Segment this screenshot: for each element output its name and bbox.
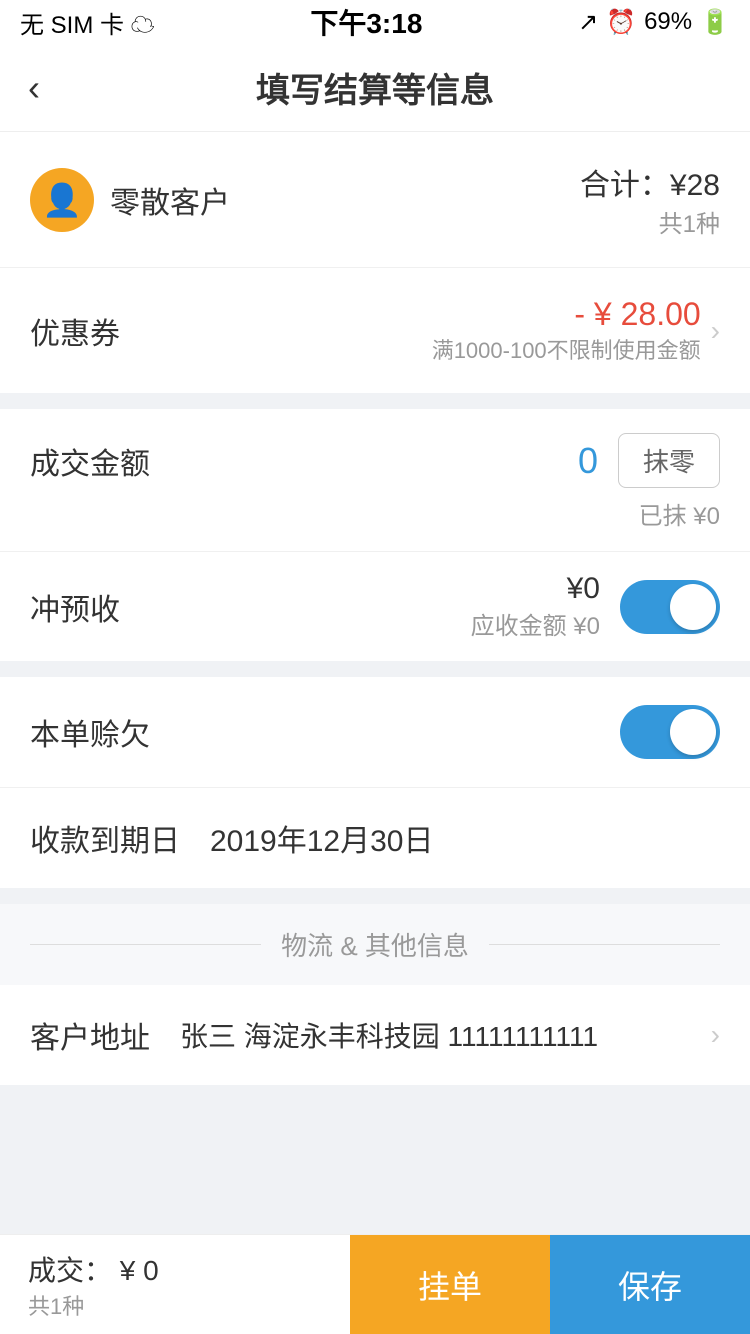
- status-left: 无 SIM 卡 ☁: [20, 5, 155, 40]
- due-date-label: 收款到期日: [30, 816, 180, 860]
- battery-level: 69%: [644, 8, 692, 36]
- chevron-right-icon: ›: [711, 315, 720, 347]
- advance-info: ¥0 应收金额 ¥0: [471, 572, 600, 641]
- page-title: 填写结算等信息: [256, 63, 494, 112]
- coupon-discount: - ¥ 28.00: [432, 296, 701, 333]
- coupon-description: 满1000-100不限制使用金额: [432, 333, 701, 365]
- hold-button[interactable]: 挂单: [350, 1235, 550, 1334]
- bottom-info: 成交： ¥ 0 共1种: [0, 1235, 350, 1334]
- advance-row: 冲预收 ¥0 应收金额 ¥0: [0, 551, 750, 661]
- debt-label: 本单赊欠: [30, 710, 150, 754]
- address-row[interactable]: 客户地址 张三 海淀永丰科技园 11111111111 ›: [0, 985, 750, 1085]
- address-label: 客户地址: [30, 1013, 150, 1057]
- advance-right: ¥0 应收金额 ¥0: [471, 572, 720, 641]
- coupon-right: - ¥ 28.00 满1000-100不限制使用金额 ›: [432, 296, 720, 365]
- coupon-label: 优惠券: [30, 309, 120, 353]
- advance-toggle[interactable]: [620, 580, 720, 634]
- bottom-count: 共1种: [28, 1289, 322, 1321]
- total-count: 共1种: [580, 204, 720, 239]
- due-date-row: 收款到期日 2019年12月30日: [0, 787, 750, 888]
- advance-sub: 应收金额 ¥0: [471, 606, 600, 641]
- avatar: 👤: [30, 168, 94, 232]
- status-right: ↗ ⏰ 69% 🔋: [578, 8, 730, 37]
- battery-icon: 🔋: [700, 8, 730, 37]
- bottom-bar: 成交： ¥ 0 共1种 挂单 保存: [0, 1234, 750, 1334]
- sim-status: 无 SIM 卡 ☁: [20, 5, 155, 40]
- bottom-deal: 成交： ¥ 0: [28, 1249, 322, 1289]
- coupon-info: - ¥ 28.00 满1000-100不限制使用金额: [432, 296, 701, 365]
- customer-section: 👤 零散客户 合计：¥28 共1种 优惠券 - ¥ 28.00 满1000-10…: [0, 132, 750, 393]
- nav-bar: ‹ 填写结算等信息: [0, 44, 750, 132]
- location-icon: ↗: [578, 8, 598, 37]
- save-button[interactable]: 保存: [550, 1235, 750, 1334]
- back-button[interactable]: ‹: [28, 67, 40, 109]
- deal-amount-label: 成交金额: [30, 439, 150, 483]
- round-button[interactable]: 抹零: [618, 433, 720, 488]
- debt-row: 本单赊欠: [0, 677, 750, 787]
- address-value: 张三 海淀永丰科技园 11111111111: [180, 1015, 711, 1055]
- customer-name: 零散客户: [110, 178, 230, 222]
- customer-row: 👤 零散客户 合计：¥28 共1种: [0, 132, 750, 267]
- debt-section: 本单赊欠 收款到期日 2019年12月30日: [0, 677, 750, 888]
- bottom-deal-amount: ¥ 0: [120, 1255, 159, 1286]
- hold-button-label: 挂单: [418, 1262, 482, 1308]
- alarm-icon: ⏰: [606, 8, 636, 37]
- total-amount: 合计：¥28: [580, 160, 720, 204]
- deal-section: 成交金额 0 抹零 已抹 ¥0 冲预收 ¥0 应收金额 ¥0: [0, 409, 750, 661]
- debt-toggle[interactable]: [620, 705, 720, 759]
- status-time: 下午3:18: [310, 2, 422, 42]
- debt-toggle-knob: [670, 709, 716, 755]
- advance-label: 冲预收: [30, 585, 120, 629]
- save-button-label: 保存: [618, 1262, 682, 1308]
- toggle-knob: [670, 584, 716, 630]
- deal-sub-text: 已抹 ¥0: [0, 496, 750, 551]
- avatar-icon: 👤: [42, 181, 82, 219]
- deal-amount-value[interactable]: 0: [578, 440, 598, 482]
- logistics-section: 物流 & 其他信息 客户地址 张三 海淀永丰科技园 11111111111 ›: [0, 904, 750, 1085]
- address-chevron-icon: ›: [711, 1019, 720, 1051]
- customer-left: 👤 零散客户: [30, 168, 230, 232]
- logistics-header: 物流 & 其他信息: [0, 904, 750, 985]
- coupon-row[interactable]: 优惠券 - ¥ 28.00 满1000-100不限制使用金额 ›: [0, 267, 750, 393]
- bottom-deal-label: 成交：: [28, 1255, 112, 1286]
- deal-amount-right: 0 抹零: [578, 433, 720, 488]
- due-date-value[interactable]: 2019年12月30日: [210, 816, 433, 860]
- logistics-label: 物流 & 其他信息: [281, 926, 469, 963]
- deal-amount-row: 成交金额 0 抹零: [0, 409, 750, 496]
- status-bar: 无 SIM 卡 ☁ 下午3:18 ↗ ⏰ 69% 🔋: [0, 0, 750, 44]
- customer-total: 合计：¥28 共1种: [580, 160, 720, 239]
- advance-amount: ¥0: [471, 572, 600, 606]
